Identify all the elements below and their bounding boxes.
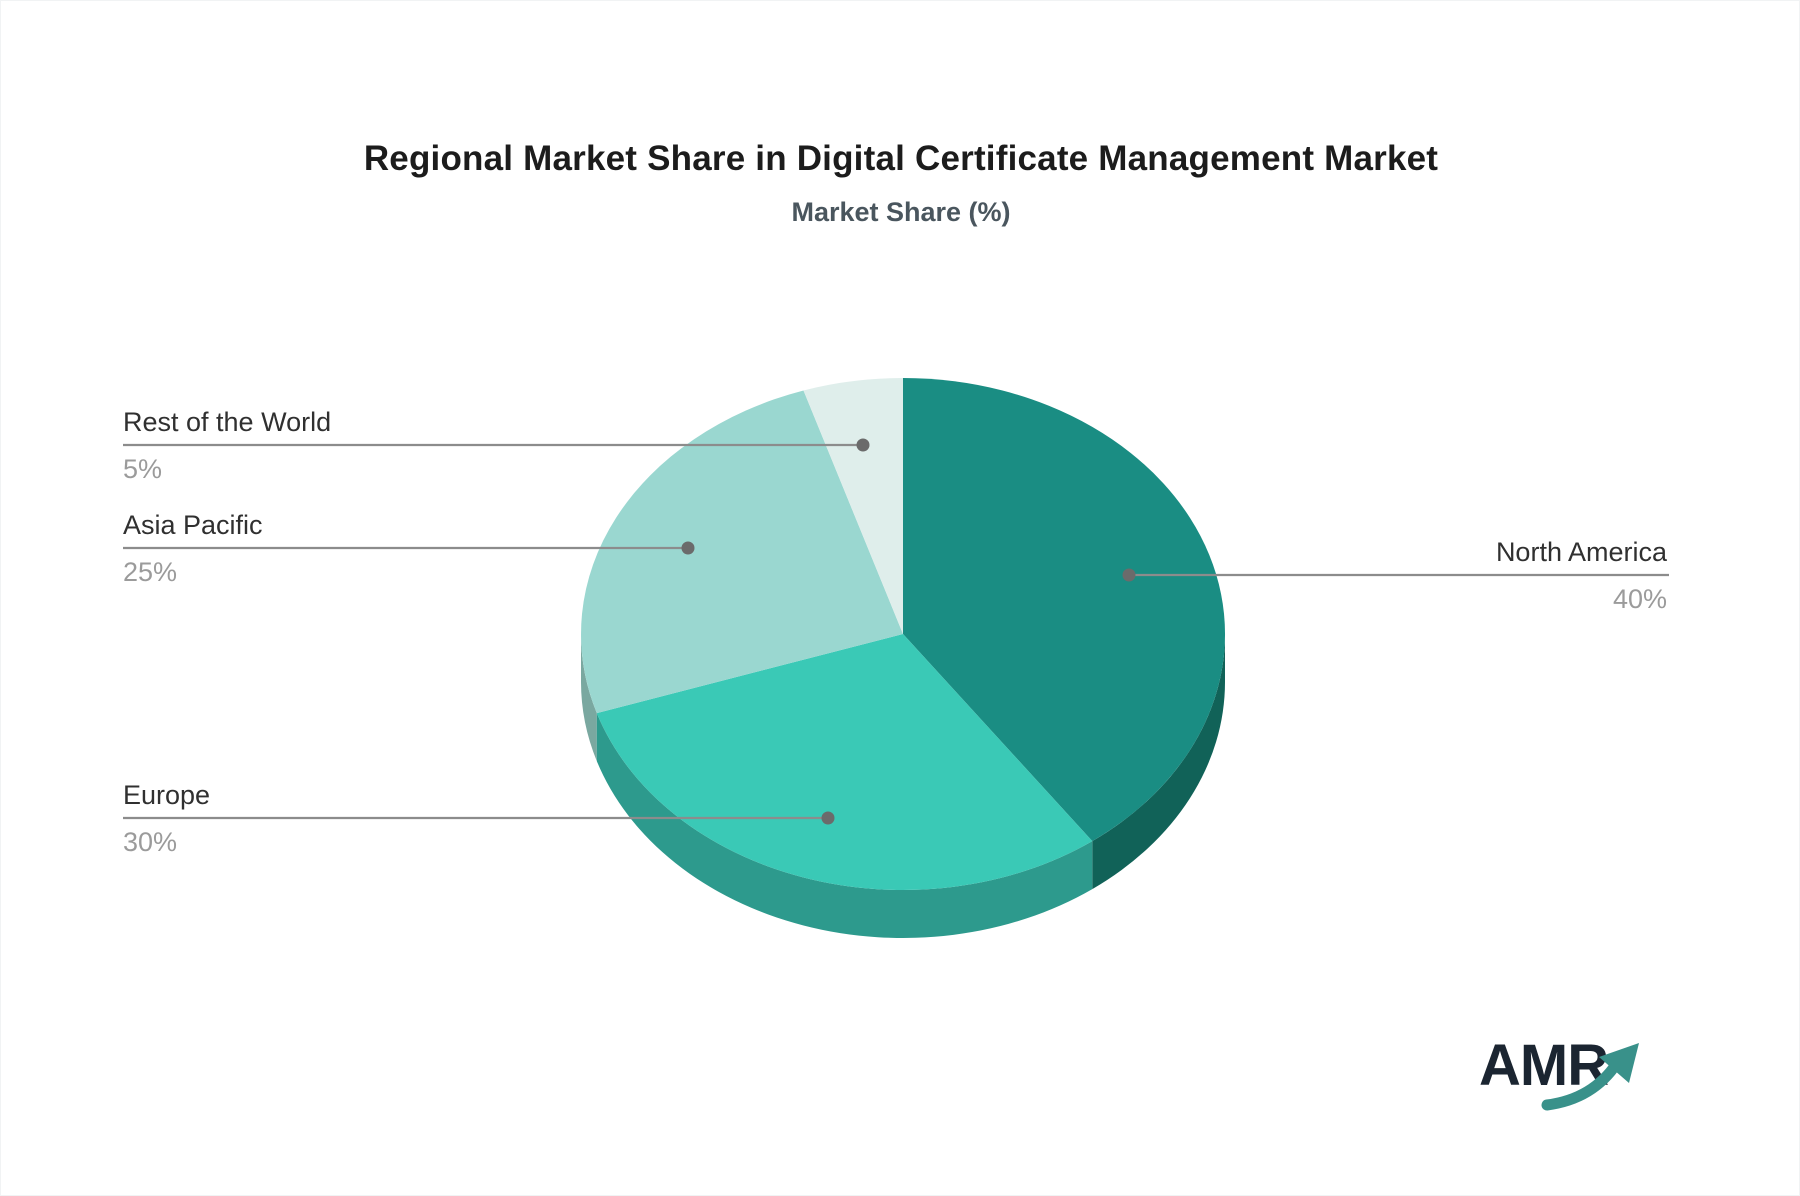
callout-label-europe: Europe (123, 780, 211, 810)
leader-dot-rest-of-world (856, 438, 870, 452)
leader-dot-north-america (1122, 568, 1136, 582)
callout-label-rest-of-world: Rest of the World (123, 407, 332, 437)
callout-value-north-america: 40% (1612, 584, 1667, 614)
callout-value-rest-of-world: 5% (123, 454, 163, 484)
amr-logo-arrow-icon (1541, 1043, 1639, 1111)
pie-chart (123, 377, 1669, 938)
chart-canvas: Regional Market Share in Digital Certifi… (0, 0, 1800, 1196)
leader-dot-europe (821, 811, 835, 825)
callout-value-asia-pacific: 25% (123, 557, 178, 587)
callout-value-europe: 30% (123, 827, 178, 857)
callout-label-asia-pacific: Asia Pacific (123, 510, 263, 540)
callout-label-north-america: North America (1495, 537, 1667, 567)
leader-dot-asia-pacific (681, 541, 695, 555)
